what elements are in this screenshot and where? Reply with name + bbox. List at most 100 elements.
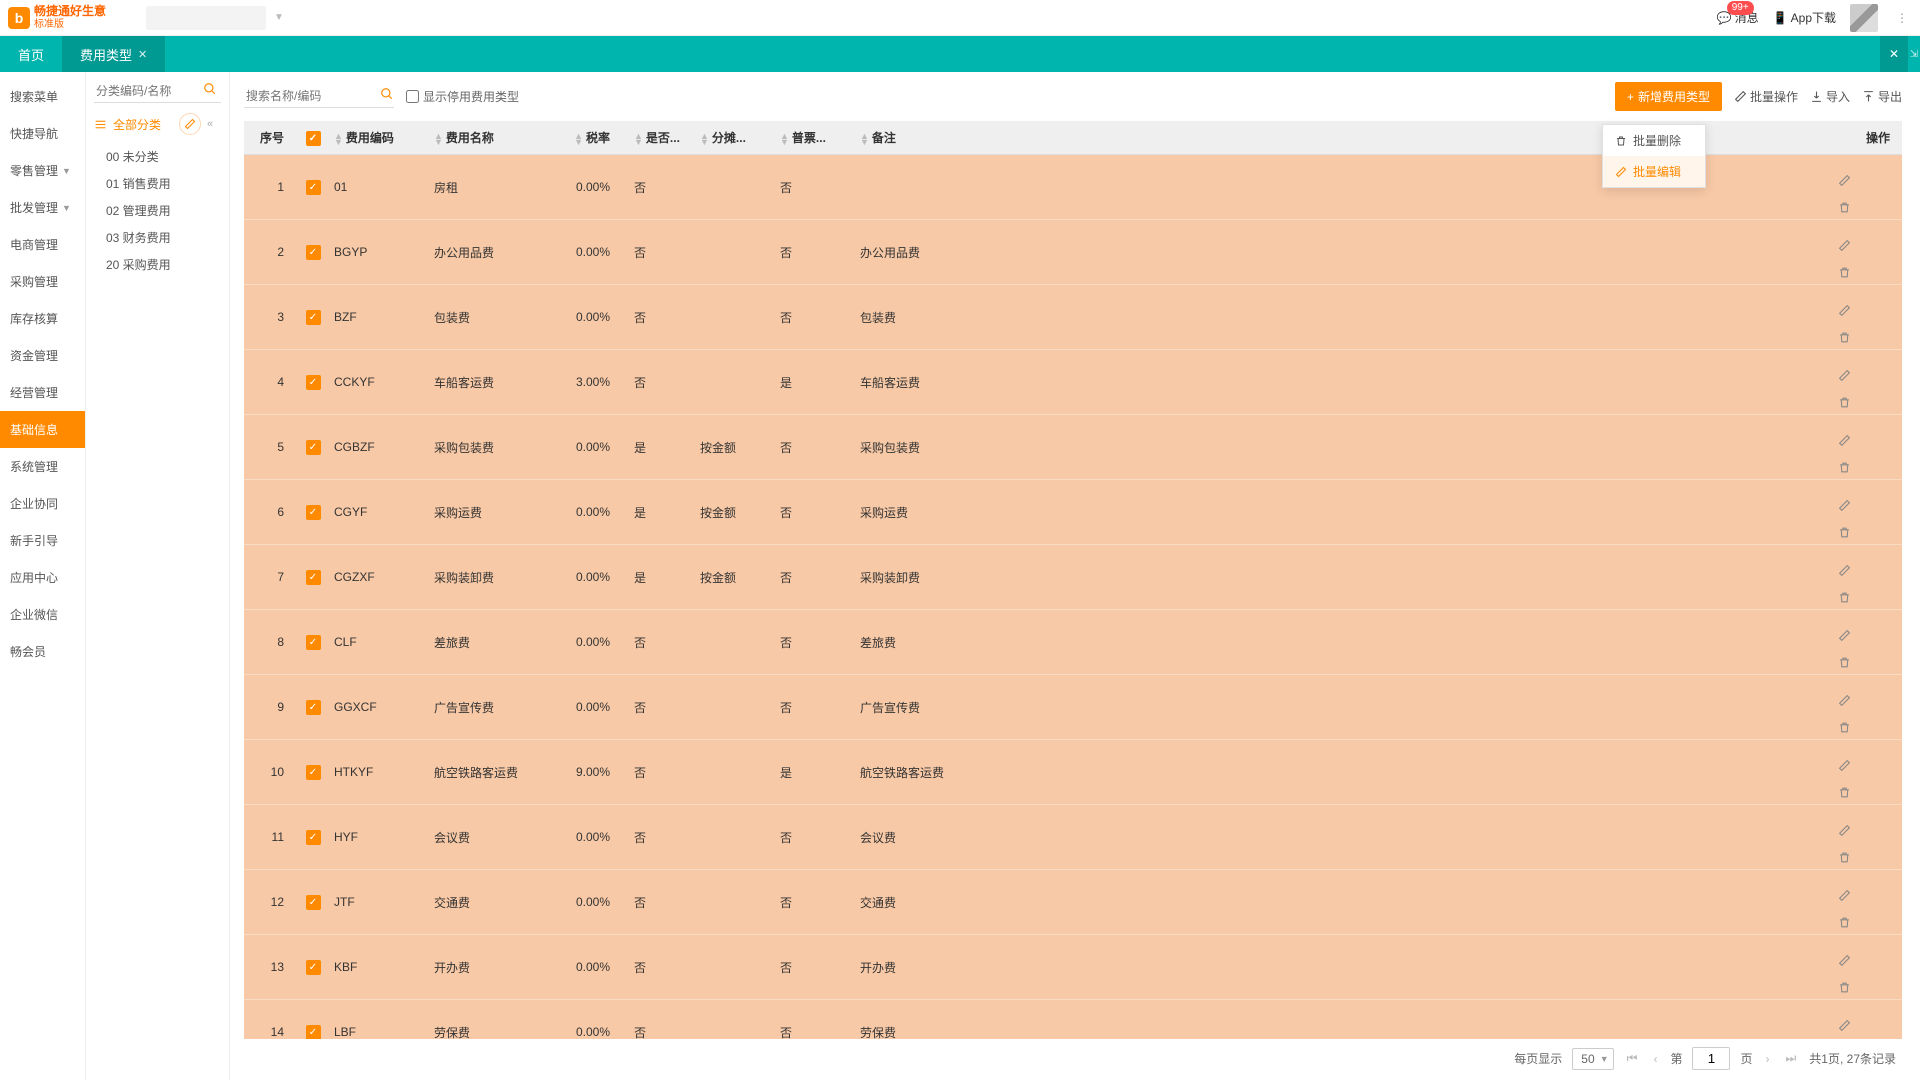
avatar[interactable]	[1850, 4, 1878, 32]
table-row[interactable]: 14✓LBF劳保费0.00%否否劳保费	[244, 1000, 1902, 1040]
category-all-label[interactable]: 全部分类	[113, 116, 173, 133]
fullscreen-toggle[interactable]: ⇲	[1908, 36, 1920, 72]
bulk-actions-button[interactable]: 批量操作 批量删除 批量编辑	[1734, 88, 1798, 105]
edit-row-button[interactable]	[1838, 694, 1890, 707]
cell-checkbox[interactable]: ✓	[298, 805, 328, 870]
edit-row-button[interactable]	[1838, 629, 1890, 642]
category-search-input[interactable]	[94, 80, 221, 103]
edit-row-button[interactable]	[1838, 954, 1890, 967]
sidebar-item[interactable]: 经营管理	[0, 374, 85, 411]
delete-row-button[interactable]	[1838, 461, 1890, 474]
sidebar-item[interactable]: 搜索菜单	[0, 78, 85, 115]
edit-row-button[interactable]	[1838, 889, 1890, 902]
delete-row-button[interactable]	[1838, 266, 1890, 279]
tab-home[interactable]: 首页	[0, 36, 62, 72]
col-share[interactable]: ▲▼分摊...	[694, 121, 774, 155]
cell-checkbox[interactable]: ✓	[298, 155, 328, 220]
sidebar-item[interactable]: 零售管理▼	[0, 152, 85, 189]
col-rate[interactable]: ▲▼税率	[558, 121, 628, 155]
sidebar-item[interactable]: 批发管理▼	[0, 189, 85, 226]
edit-row-button[interactable]	[1838, 174, 1890, 187]
new-fee-type-button[interactable]: + 新增费用类型	[1615, 82, 1722, 111]
edit-category-button[interactable]	[179, 113, 201, 135]
sidebar-item[interactable]: 系统管理	[0, 448, 85, 485]
sidebar-item[interactable]: 资金管理	[0, 337, 85, 374]
cell-checkbox[interactable]: ✓	[298, 675, 328, 740]
cell-checkbox[interactable]: ✓	[298, 1000, 328, 1040]
close-icon[interactable]: ✕	[138, 48, 147, 61]
sidebar-item[interactable]: 快捷导航	[0, 115, 85, 152]
chevron-down-icon[interactable]: ▼	[274, 12, 284, 23]
category-item[interactable]: 03 财务费用	[86, 224, 229, 251]
table-row[interactable]: 6✓CGYF采购运费0.00%是按金额否采购运费	[244, 480, 1902, 545]
delete-row-button[interactable]	[1838, 331, 1890, 344]
table-row[interactable]: 2✓BGYP办公用品费0.00%否否办公用品费	[244, 220, 1902, 285]
sidebar-item[interactable]: 库存核算	[0, 300, 85, 337]
table-row[interactable]: 12✓JTF交通费0.00%否否交通费	[244, 870, 1902, 935]
search-icon[interactable]	[203, 82, 217, 96]
collapse-panel-button[interactable]: «	[207, 118, 221, 130]
col-is[interactable]: ▲▼是否...	[628, 121, 694, 155]
table-row[interactable]: 13✓KBF开办费0.00%否否开办费	[244, 935, 1902, 1000]
page-input[interactable]	[1692, 1047, 1730, 1070]
last-page-button[interactable]: ⏭	[1782, 1051, 1799, 1066]
table-row[interactable]: 11✓HYF会议费0.00%否否会议费	[244, 805, 1902, 870]
delete-row-button[interactable]	[1838, 851, 1890, 864]
category-item[interactable]: 01 销售费用	[86, 170, 229, 197]
category-item[interactable]: 02 管理费用	[86, 197, 229, 224]
search-icon[interactable]	[380, 87, 394, 101]
category-item[interactable]: 00 未分类	[86, 143, 229, 170]
edit-row-button[interactable]	[1838, 499, 1890, 512]
cell-checkbox[interactable]: ✓	[298, 870, 328, 935]
sidebar-item[interactable]: 电商管理	[0, 226, 85, 263]
next-page-button[interactable]: ›	[1762, 1052, 1772, 1066]
edit-row-button[interactable]	[1838, 824, 1890, 837]
delete-row-button[interactable]	[1838, 721, 1890, 734]
cell-checkbox[interactable]: ✓	[298, 415, 328, 480]
cell-checkbox[interactable]: ✓	[298, 545, 328, 610]
delete-row-button[interactable]	[1838, 786, 1890, 799]
bulk-edit-item[interactable]: 批量编辑	[1603, 156, 1705, 187]
edit-row-button[interactable]	[1838, 304, 1890, 317]
delete-row-button[interactable]	[1838, 591, 1890, 604]
search-input[interactable]	[244, 85, 394, 108]
edit-row-button[interactable]	[1838, 239, 1890, 252]
show-disabled-input[interactable]	[406, 90, 419, 103]
col-code[interactable]: ▲▼费用编码	[328, 121, 428, 155]
col-pp[interactable]: ▲▼普票...	[774, 121, 854, 155]
table-row[interactable]: 8✓CLF差旅费0.00%否否差旅费	[244, 610, 1902, 675]
table-row[interactable]: 5✓CGBZF采购包装费0.00%是按金额否采购包装费	[244, 415, 1902, 480]
table-row[interactable]: 9✓GGXCF广告宣传费0.00%否否广告宣传费	[244, 675, 1902, 740]
org-selector[interactable]	[146, 6, 266, 30]
edit-row-button[interactable]	[1838, 759, 1890, 772]
col-index[interactable]: 序号	[244, 121, 298, 155]
table-row[interactable]: 3✓BZF包装费0.00%否否包装费	[244, 285, 1902, 350]
col-name[interactable]: ▲▼费用名称	[428, 121, 558, 155]
per-page-select[interactable]: 50 ▼	[1572, 1048, 1613, 1070]
bulk-delete-item[interactable]: 批量删除	[1603, 125, 1705, 156]
table-row[interactable]: 10✓HTKYF航空铁路客运费9.00%否是航空铁路客运费	[244, 740, 1902, 805]
export-button[interactable]: 导出	[1862, 88, 1902, 105]
delete-row-button[interactable]	[1838, 396, 1890, 409]
category-item[interactable]: 20 采购费用	[86, 251, 229, 278]
delete-row-button[interactable]	[1838, 201, 1890, 214]
edit-row-button[interactable]	[1838, 564, 1890, 577]
table-row[interactable]: 4✓CCKYF车船客运费3.00%否是车船客运费	[244, 350, 1902, 415]
delete-row-button[interactable]	[1838, 981, 1890, 994]
app-download-button[interactable]: 📱 App下载	[1773, 9, 1836, 26]
col-select-all[interactable]: ✓	[298, 121, 328, 155]
delete-row-button[interactable]	[1838, 916, 1890, 929]
delete-row-button[interactable]	[1838, 656, 1890, 669]
cell-checkbox[interactable]: ✓	[298, 350, 328, 415]
sidebar-item[interactable]: 采购管理	[0, 263, 85, 300]
show-disabled-checkbox[interactable]: 显示停用费用类型	[406, 88, 519, 105]
cell-checkbox[interactable]: ✓	[298, 610, 328, 675]
edit-row-button[interactable]	[1838, 434, 1890, 447]
sidebar-item[interactable]: 应用中心	[0, 559, 85, 596]
cell-checkbox[interactable]: ✓	[298, 935, 328, 1000]
first-page-button[interactable]: ⏮	[1624, 1051, 1641, 1066]
edit-row-button[interactable]	[1838, 1019, 1890, 1032]
sidebar-item[interactable]: 新手引导	[0, 522, 85, 559]
messages-button[interactable]: 💬 消息 99+	[1717, 9, 1759, 26]
close-all-tabs-button[interactable]: ✕	[1880, 36, 1908, 72]
